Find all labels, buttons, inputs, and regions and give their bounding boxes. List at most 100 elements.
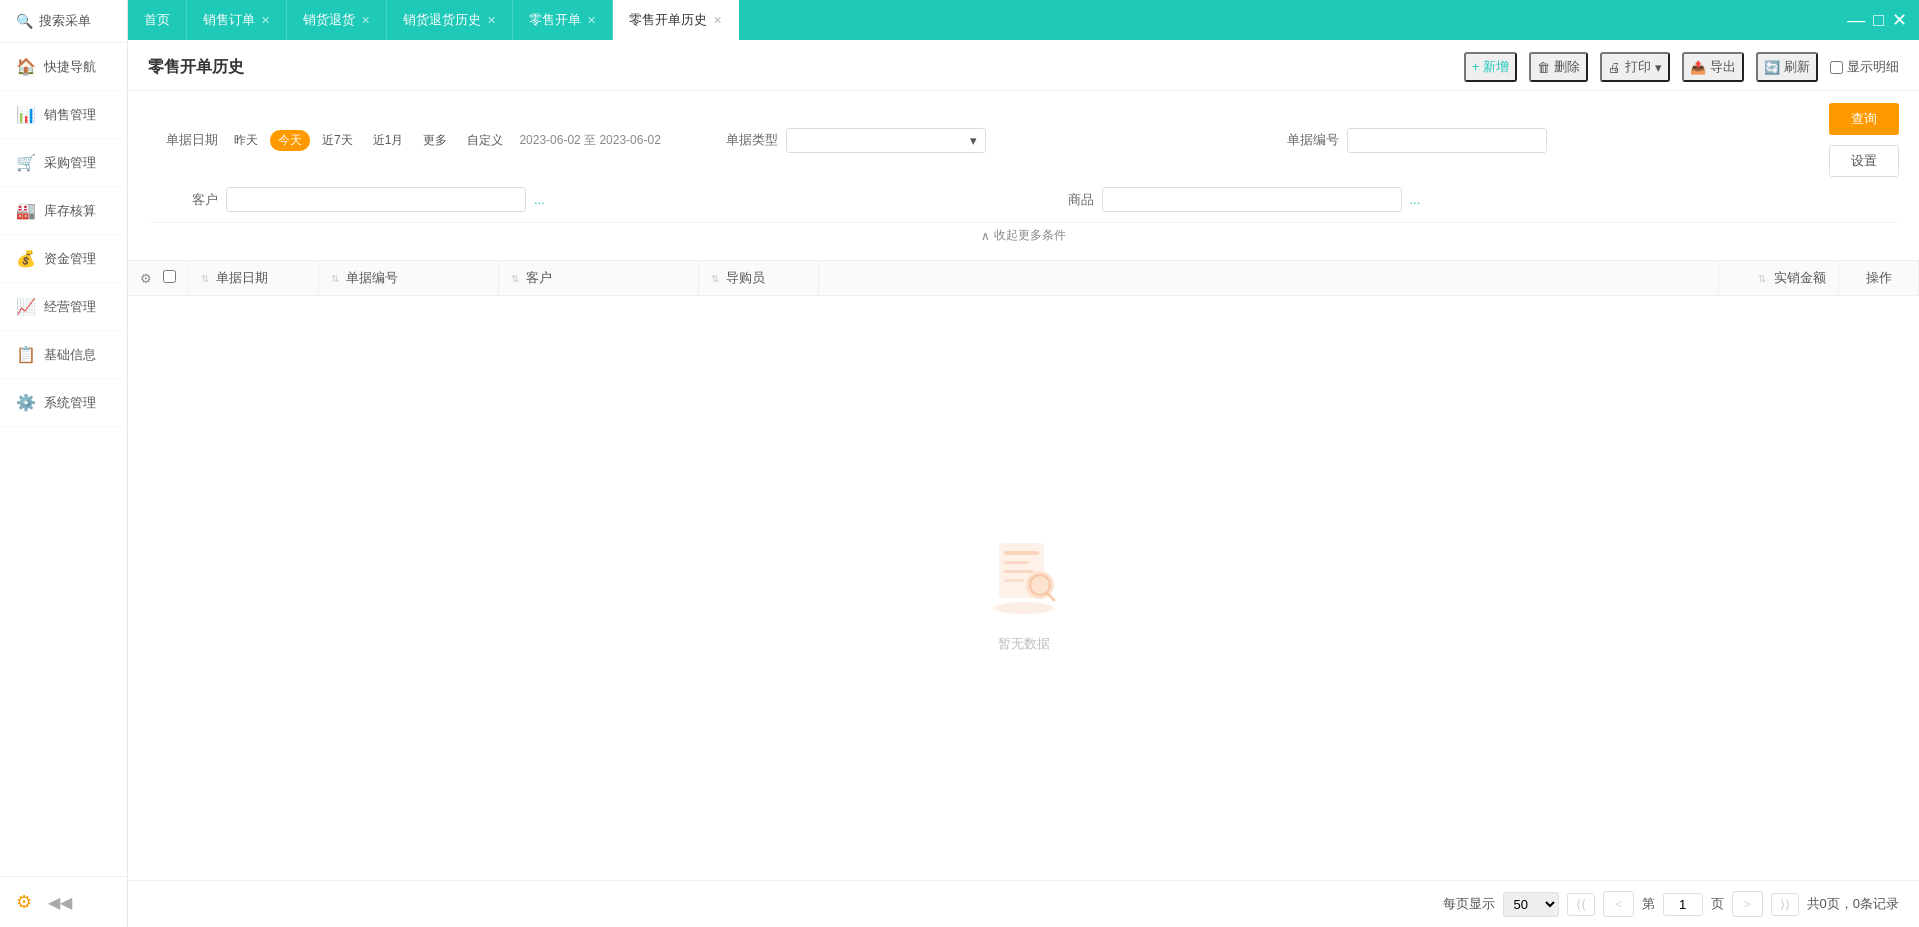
tab-retail-open-close[interactable]: ✕ <box>587 14 596 27</box>
col-header-date[interactable]: ⇅ 单据日期 <box>188 261 318 296</box>
sidebar-item-purchase-mgmt[interactable]: 🛒 采购管理 <box>0 139 127 187</box>
tab-sales-return-close[interactable]: ✕ <box>361 14 370 27</box>
col-header-order-no[interactable]: ⇅ 单据编号 <box>318 261 498 296</box>
window-close-icon[interactable]: ✕ <box>1892 9 1907 31</box>
empty-text: 暂无数据 <box>998 635 1050 653</box>
export-label: 导出 <box>1710 58 1736 76</box>
order-no-input[interactable] <box>1347 128 1547 153</box>
last-page-btn[interactable]: ⟩⟩ <box>1771 893 1799 916</box>
export-icon: 📤 <box>1690 60 1706 75</box>
prev-page-btn[interactable]: ＜ <box>1603 891 1634 917</box>
type-select[interactable]: ▾ <box>786 128 986 153</box>
filter-product-section: 商品 ... <box>1024 187 1880 212</box>
sort-guide-icon: ⇅ <box>711 273 719 284</box>
col-header-action: 操作 <box>1839 261 1919 296</box>
col-header-guide[interactable]: ⇅ 导购员 <box>698 261 818 296</box>
table-area: ⚙ ⇅ 单据日期 ⇅ 单据编号 <box>128 261 1919 880</box>
search-icon: 🔍 <box>16 13 33 29</box>
empty-state: 暂无数据 <box>128 296 1919 880</box>
sidebar-search[interactable]: 🔍 搜索采单 <box>0 0 127 43</box>
doc-icon: 📋 <box>16 345 36 364</box>
sidebar-item-inventory[interactable]: 🏭 库存核算 <box>0 187 127 235</box>
tab-sales-return[interactable]: 销货退货 ✕ <box>287 0 387 40</box>
customer-dots[interactable]: ... <box>534 192 545 207</box>
cart-icon: 🛒 <box>16 153 36 172</box>
sidebar-item-sales-mgmt[interactable]: 📊 销售管理 <box>0 91 127 139</box>
sidebar-item-quick-nav[interactable]: 🏠 快捷导航 <box>0 43 127 91</box>
tab-sales-return-history-close[interactable]: ✕ <box>487 14 496 27</box>
col-header-customer[interactable]: ⇅ 客户 <box>498 261 698 296</box>
refresh-button[interactable]: 🔄 刷新 <box>1756 52 1818 82</box>
tab-sales-order-close[interactable]: ✕ <box>261 14 270 27</box>
date-opt-7days[interactable]: 近7天 <box>314 130 361 151</box>
total-info: 共0页，0条记录 <box>1807 895 1899 913</box>
table-header-row: ⚙ ⇅ 单据日期 ⇅ 单据编号 <box>128 261 1919 296</box>
sidebar-item-sys-mgmt[interactable]: ⚙️ 系统管理 <box>0 379 127 427</box>
sidebar-item-finance[interactable]: 💰 资金管理 <box>0 235 127 283</box>
date-opt-custom[interactable]: 自定义 <box>459 130 511 151</box>
maximize-icon[interactable]: □ <box>1873 10 1884 31</box>
settings-icon[interactable]: ⚙ <box>16 891 32 913</box>
tab-sales-return-label: 销货退货 <box>303 11 355 29</box>
delete-icon: 🗑 <box>1537 60 1550 75</box>
export-button[interactable]: 📤 导出 <box>1682 52 1744 82</box>
type-filter-label: 单据类型 <box>708 131 778 149</box>
col-header-amount[interactable]: ⇅ 实销金额 <box>1719 261 1839 296</box>
product-input[interactable] <box>1102 187 1402 212</box>
per-page-select[interactable]: 50 10 20 100 <box>1503 892 1559 917</box>
sidebar-item-label: 系统管理 <box>44 394 96 412</box>
sort-customer-icon: ⇅ <box>511 273 519 284</box>
setting-button[interactable]: 设置 <box>1829 145 1899 177</box>
tab-retail-open[interactable]: 零售开单 ✕ <box>513 0 613 40</box>
main-area: 首页 销售订单 ✕ 销货退货 ✕ 销货退货历史 ✕ 零售开单 ✕ 零售开单历史 … <box>128 0 1919 927</box>
customer-filter-label: 客户 <box>148 191 218 209</box>
data-table: ⚙ ⇅ 单据日期 ⇅ 单据编号 <box>128 261 1919 296</box>
product-dots[interactable]: ... <box>1410 192 1421 207</box>
query-button[interactable]: 查询 <box>1829 103 1899 135</box>
select-all-checkbox[interactable] <box>163 270 176 283</box>
date-opt-yesterday[interactable]: 昨天 <box>226 130 266 151</box>
tab-retail-open-history[interactable]: 零售开单历史 ✕ <box>613 0 739 40</box>
sidebar-item-operations[interactable]: 📈 经营管理 <box>0 283 127 331</box>
filter-row-date: 单据日期 昨天 今天 近7天 近1月 更多 自定义 2023-06-02 至 2… <box>148 103 1899 177</box>
current-page-input[interactable] <box>1663 893 1703 916</box>
refresh-icon: 🔄 <box>1764 60 1780 75</box>
delete-button[interactable]: 🗑 删除 <box>1529 52 1588 82</box>
first-page-btn[interactable]: ⟨⟨ <box>1567 893 1595 916</box>
config-icon[interactable]: ⚙ <box>140 271 152 286</box>
tab-sales-order[interactable]: 销售订单 ✕ <box>187 0 287 40</box>
svg-rect-4 <box>1004 570 1034 573</box>
add-button[interactable]: + 新增 <box>1464 52 1517 82</box>
delete-label: 删除 <box>1554 58 1580 76</box>
page-title: 零售开单历史 <box>148 57 244 78</box>
minimize-icon[interactable]: — <box>1847 10 1865 31</box>
sort-order-icon: ⇅ <box>331 273 339 284</box>
tab-bar: 首页 销售订单 ✕ 销货退货 ✕ 销货退货历史 ✕ 零售开单 ✕ 零售开单历史 … <box>128 0 1919 40</box>
display-detail-checkbox[interactable]: 显示明细 <box>1830 58 1899 76</box>
display-detail-input[interactable] <box>1830 61 1843 74</box>
collapse-more-btn[interactable]: ∧ 收起更多条件 <box>148 222 1899 248</box>
date-opt-today[interactable]: 今天 <box>270 130 310 151</box>
svg-point-0 <box>994 602 1054 614</box>
tab-home[interactable]: 首页 <box>128 0 187 40</box>
tab-retail-open-history-close[interactable]: ✕ <box>713 14 722 27</box>
sidebar-item-label: 快捷导航 <box>44 58 96 76</box>
empty-illustration <box>974 523 1074 623</box>
date-opt-1month[interactable]: 近1月 <box>365 130 412 151</box>
sidebar-item-label: 基础信息 <box>44 346 96 364</box>
tab-home-label: 首页 <box>144 11 170 29</box>
next-page-btn[interactable]: ＞ <box>1732 891 1763 917</box>
print-button[interactable]: 🖨 打印 ▾ <box>1600 52 1670 82</box>
collapse-sidebar-icon[interactable]: ◀◀ <box>48 893 72 912</box>
sidebar-item-label: 采购管理 <box>44 154 96 172</box>
sidebar-item-basic-info[interactable]: 📋 基础信息 <box>0 331 127 379</box>
page-header: 零售开单历史 + 新增 🗑 删除 🖨 打印 ▾ 📤 导出 🔄 <box>128 40 1919 91</box>
date-opt-more[interactable]: 更多 <box>415 130 455 151</box>
per-page-label: 每页显示 <box>1443 895 1495 913</box>
tab-retail-open-history-label: 零售开单历史 <box>629 11 707 29</box>
operations-icon: 📈 <box>16 297 36 316</box>
home-icon: 🏠 <box>16 57 36 76</box>
filter-date-section: 单据日期 昨天 今天 近7天 近1月 更多 自定义 2023-06-02 至 2… <box>148 130 688 151</box>
customer-input[interactable] <box>226 187 526 212</box>
tab-sales-return-history[interactable]: 销货退货历史 ✕ <box>387 0 513 40</box>
